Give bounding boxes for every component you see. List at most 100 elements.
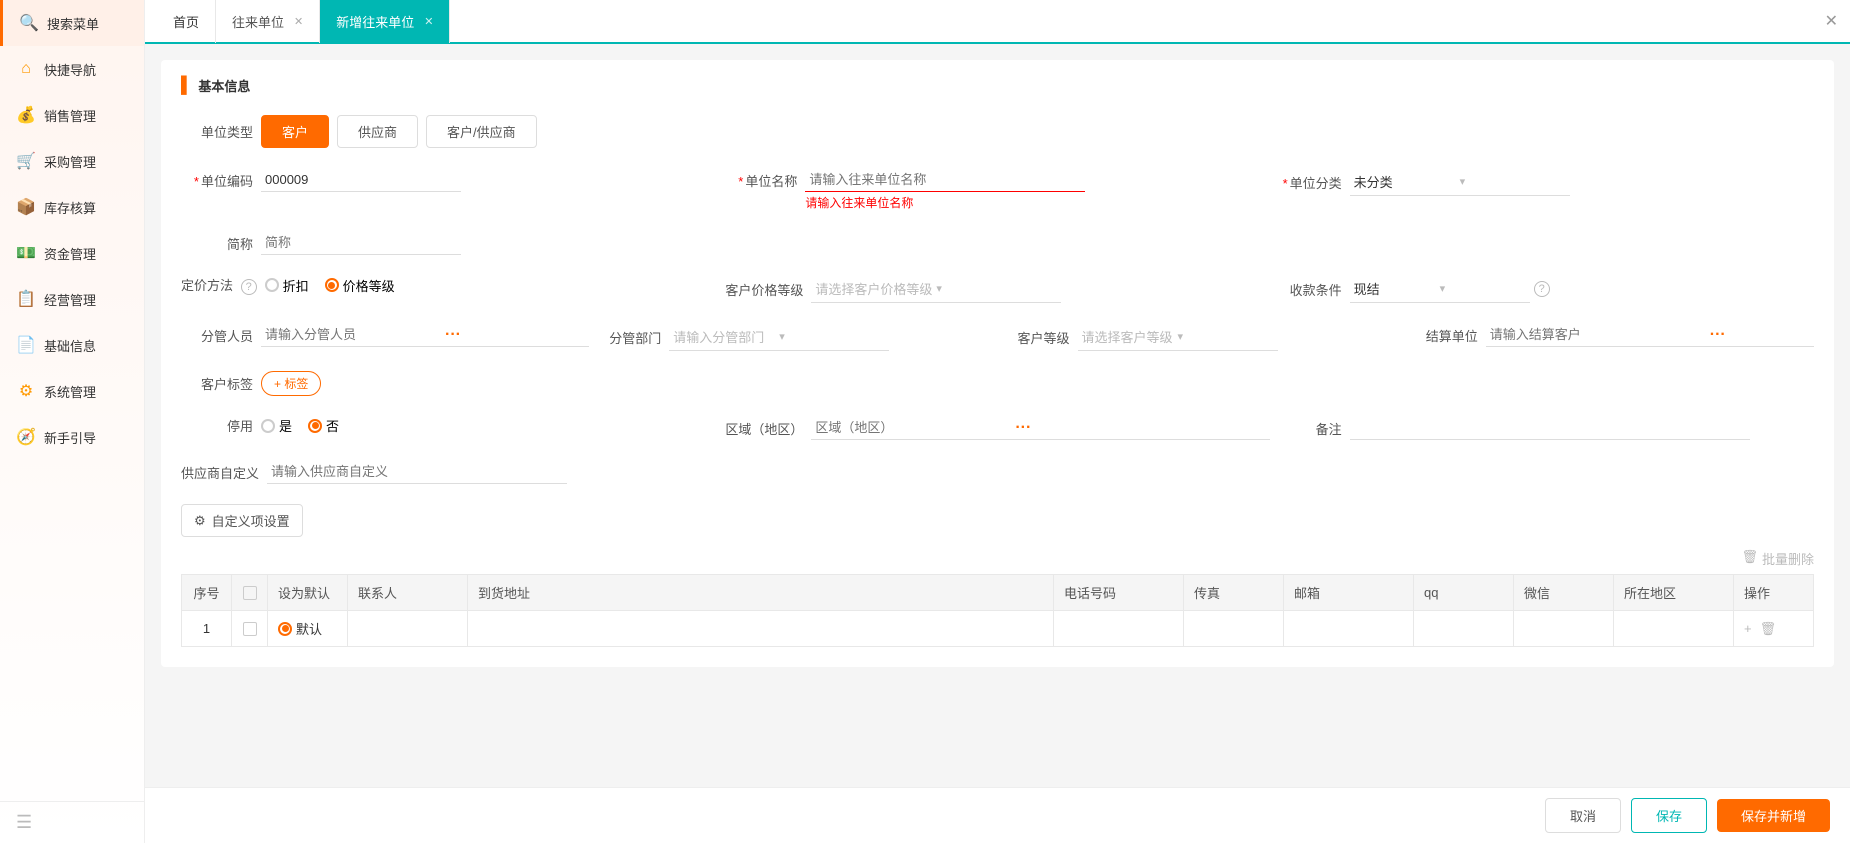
remark-group: 备注 <box>1270 416 1814 440</box>
row-delete-btn[interactable]: 🗑 <box>1760 621 1777 637</box>
tab-new-partner[interactable]: 新增往来单位 ✕ <box>320 0 450 43</box>
type-btn-supplier[interactable]: 供应商 <box>337 115 418 148</box>
th-actions: 操作 <box>1734 575 1814 611</box>
department-placeholder: 请输入分管部门 <box>673 327 779 346</box>
disabled-yes-radio[interactable] <box>261 419 275 433</box>
row-default-label: 默认 <box>296 619 322 638</box>
manager-more-btn[interactable]: ··· <box>441 326 465 344</box>
row-add-btn[interactable]: + <box>1744 621 1752 636</box>
row-fax-input[interactable] <box>1194 621 1273 636</box>
pricing-level-option[interactable]: 价格等级 <box>325 276 395 295</box>
th-qq: qq <box>1414 575 1514 611</box>
save-button[interactable]: 保存 <box>1631 798 1707 833</box>
disabled-yes-option[interactable]: 是 <box>261 416 292 435</box>
sidebar-item-label: 新手引导 <box>44 428 96 447</box>
region-input-wrap: ··· <box>811 416 1269 440</box>
customer-level-select[interactable]: 请选择客户等级 ▾ <box>1078 323 1278 351</box>
type-btn-both[interactable]: 客户/供应商 <box>426 115 537 148</box>
sidebar-item-purchase[interactable]: 🛒 采购管理 <box>0 138 144 184</box>
sidebar-item-label: 系统管理 <box>44 382 96 401</box>
region-input[interactable] <box>811 416 1011 439</box>
custom-settings-icon: ⚙ <box>194 513 206 529</box>
cancel-button[interactable]: 取消 <box>1545 798 1621 833</box>
short-name-input[interactable] <box>261 231 461 255</box>
name-input[interactable] <box>805 168 1085 192</box>
remark-input[interactable] <box>1350 416 1750 440</box>
row-email-input[interactable] <box>1294 621 1403 636</box>
pricing-group: 定价方法 ? 折扣 价格等级 <box>181 275 725 295</box>
category-label: *单位分类 <box>1270 173 1350 192</box>
settlement-more-btn[interactable]: ··· <box>1706 326 1730 344</box>
row-address-input[interactable] <box>478 621 1043 636</box>
th-contact: 联系人 <box>348 575 468 611</box>
manager-group: 分管人员 ··· <box>181 323 589 347</box>
row-region-input[interactable] <box>1624 621 1723 636</box>
row-contact <box>348 611 468 647</box>
custom-settings-button[interactable]: ⚙ 自定义项设置 <box>181 504 303 537</box>
row-checkbox[interactable] <box>243 622 257 636</box>
code-input[interactable]: 000009 <box>261 168 461 192</box>
guide-icon: 🧭 <box>16 427 36 447</box>
sidebar-item-label: 经营管理 <box>44 290 96 309</box>
sidebar-item-finance[interactable]: 💵 资金管理 <box>0 230 144 276</box>
table-select-all-checkbox[interactable] <box>243 586 257 600</box>
tab-bar: 首页 往来单位 ✕ 新增往来单位 ✕ ✕ <box>145 0 1850 44</box>
department-select[interactable]: 请输入分管部门 ▾ <box>669 323 889 351</box>
supplier-custom-label: 供应商自定义 <box>181 463 267 482</box>
sidebar-item-operations[interactable]: 📋 经营管理 <box>0 276 144 322</box>
code-name-category-row: *单位编码 000009 *单位名称 请输入往来单位名称 <box>181 168 1814 211</box>
batch-delete-label[interactable]: 批量删除 <box>1762 549 1814 568</box>
row-default-option[interactable]: 默认 <box>278 619 337 638</box>
row-region <box>1614 611 1734 647</box>
pricing-discount-radio[interactable] <box>265 278 279 292</box>
pricing-help-icon[interactable]: ? <box>241 279 257 295</box>
sidebar-item-inventory[interactable]: 📦 库存核算 <box>0 184 144 230</box>
tab-partners-close[interactable]: ✕ <box>294 15 303 28</box>
payment-label: 收款条件 <box>1270 280 1350 299</box>
manager-input[interactable] <box>261 323 441 346</box>
payment-select[interactable]: 现结 ▾ <box>1350 275 1530 303</box>
row-actions-cell: + 🗑 <box>1734 611 1814 647</box>
close-all-tabs-button[interactable]: ✕ <box>1825 11 1838 31</box>
disabled-no-radio[interactable] <box>308 419 322 433</box>
unit-type-row: 单位类型 客户 供应商 客户/供应商 <box>181 115 1814 148</box>
tab-partners[interactable]: 往来单位 ✕ <box>216 0 320 43</box>
customer-price-group: 客户价格等级 请选择客户价格等级 ▾ <box>725 275 1269 303</box>
payment-group: 收款条件 现结 ▾ ? <box>1270 275 1814 303</box>
row-default-radio[interactable] <box>278 622 292 636</box>
form-card: ▌ 基本信息 单位类型 客户 供应商 客户/供应商 *单位编 <box>161 60 1834 667</box>
sidebar-item-search[interactable]: 🔍 搜索菜单 <box>0 0 144 46</box>
payment-help-icon[interactable]: ? <box>1534 281 1550 297</box>
settlement-group: 结算单位 ··· <box>1406 323 1814 347</box>
disabled-no-option[interactable]: 否 <box>308 416 339 435</box>
tag-add-button[interactable]: + 标签 <box>261 371 321 396</box>
row-wechat-input[interactable] <box>1524 621 1603 636</box>
pricing-discount-option[interactable]: 折扣 <box>265 276 309 295</box>
supplier-custom-input[interactable] <box>267 460 567 484</box>
tab-new-partner-close[interactable]: ✕ <box>424 15 433 28</box>
sidebar-item-sales[interactable]: 💰 销售管理 <box>0 92 144 138</box>
sidebar-item-basic-info[interactable]: 📄 基础信息 <box>0 322 144 368</box>
sidebar-item-label: 基础信息 <box>44 336 96 355</box>
sidebar-expand-icon[interactable]: ☰ <box>16 812 32 833</box>
region-more-btn[interactable]: ··· <box>1011 419 1035 437</box>
row-qq-input[interactable] <box>1424 621 1503 636</box>
th-default: 设为默认 <box>268 575 348 611</box>
row-phone-input[interactable] <box>1064 621 1173 636</box>
customer-price-select[interactable]: 请选择客户价格等级 ▾ <box>811 275 1061 303</box>
tab-home[interactable]: 首页 <box>153 0 216 43</box>
th-phone: 电话号码 <box>1054 575 1184 611</box>
pricing-level-radio[interactable] <box>325 278 339 292</box>
type-btn-customer[interactable]: 客户 <box>261 115 329 148</box>
code-group: *单位编码 000009 <box>181 168 725 192</box>
sidebar-item-label: 搜索菜单 <box>47 14 99 33</box>
category-select[interactable]: 未分类 ▾ <box>1350 168 1570 196</box>
save-new-button[interactable]: 保存并新增 <box>1717 799 1830 832</box>
sidebar-item-new-guide[interactable]: 🧭 新手引导 <box>0 414 144 460</box>
sidebar-item-system[interactable]: ⚙ 系统管理 <box>0 368 144 414</box>
row-wechat <box>1514 611 1614 647</box>
sidebar-item-quick-nav[interactable]: ⌂ 快捷导航 <box>0 46 144 92</box>
section-icon: ▌ <box>181 77 192 95</box>
settlement-input[interactable] <box>1486 323 1706 346</box>
row-contact-input[interactable] <box>358 621 457 636</box>
